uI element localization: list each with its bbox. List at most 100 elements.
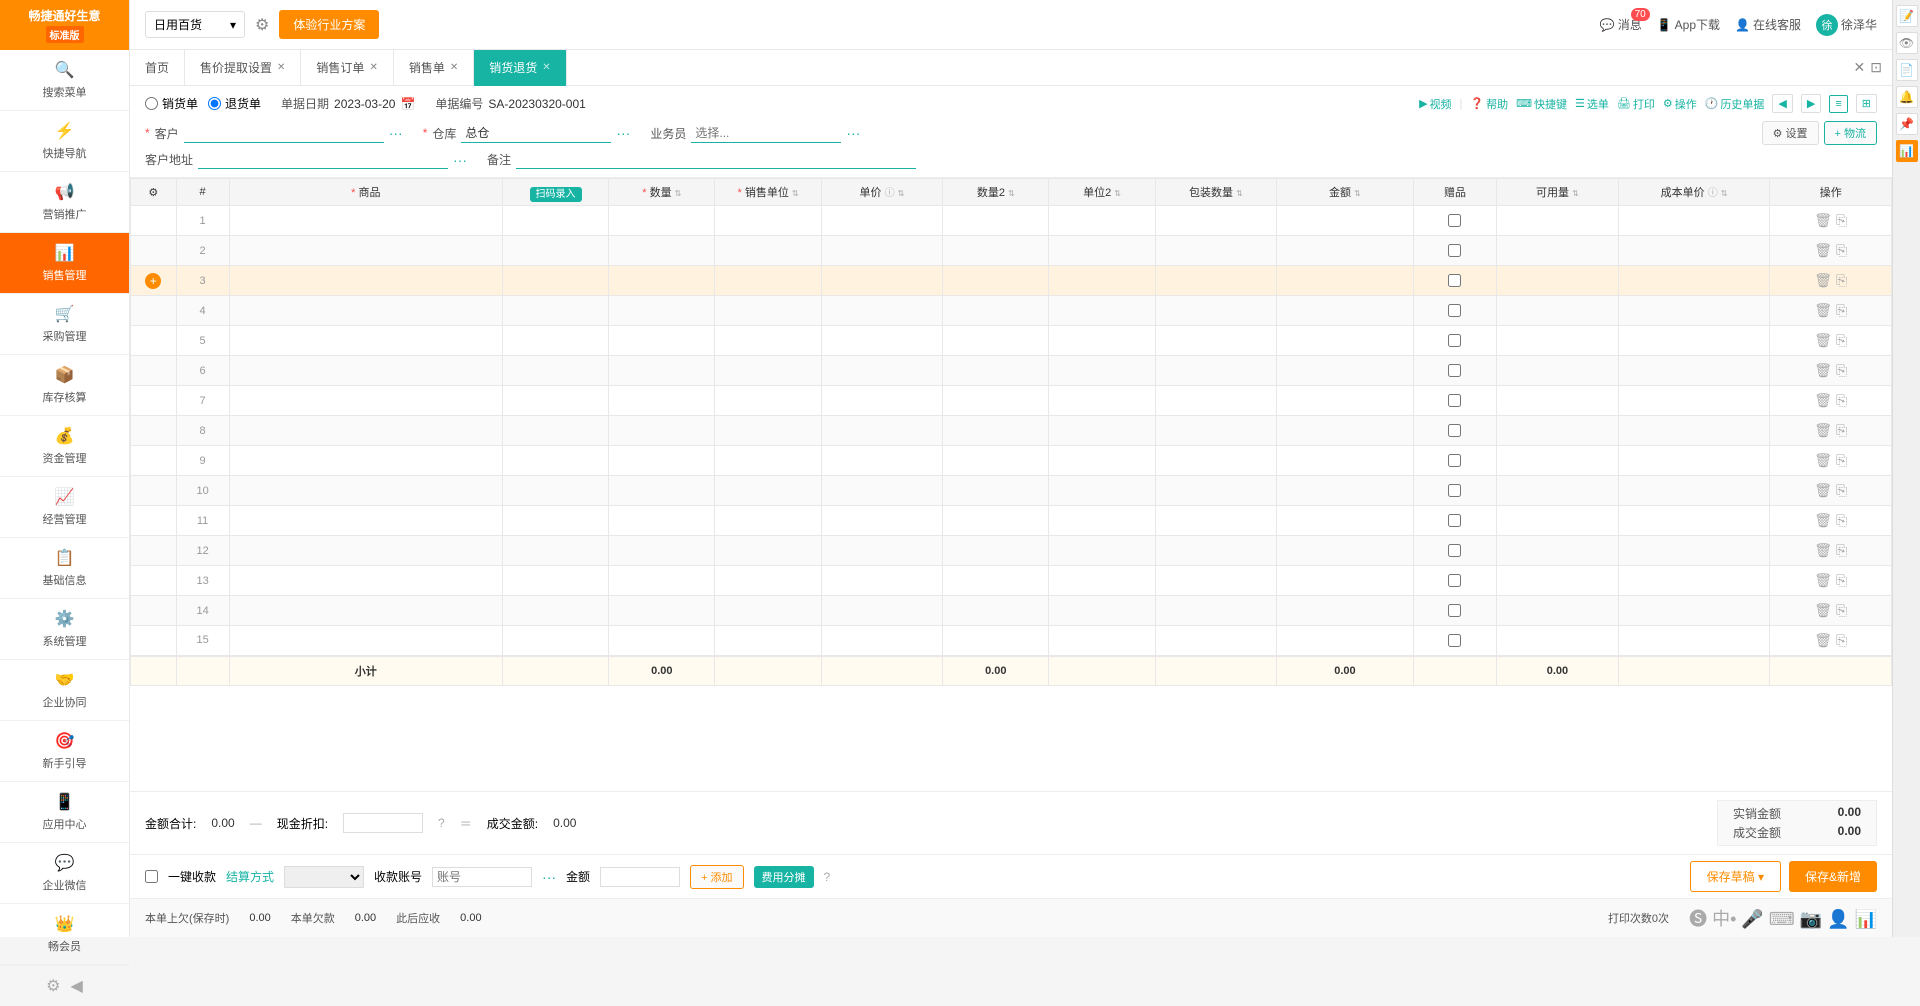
sale-unit-cell[interactable] <box>715 566 821 596</box>
delete-row-icon[interactable]: 🗑 <box>1814 302 1832 318</box>
topbar-settings-icon[interactable]: ⚙ <box>255 15 269 35</box>
unit2-cell[interactable] <box>1049 386 1155 416</box>
sidebar-item-sales[interactable]: 📊 销售管理 <box>0 233 129 294</box>
tab-close-icon[interactable]: ✕ <box>542 62 550 73</box>
qty-cell[interactable] <box>609 506 715 536</box>
pack-qty-cell[interactable] <box>1155 206 1276 236</box>
th-settings[interactable]: ⚙ <box>131 179 177 206</box>
qty2-cell[interactable] <box>943 596 1049 626</box>
pack-qty-cell[interactable] <box>1155 386 1276 416</box>
copy-row-icon[interactable]: ⎘ <box>1836 632 1847 648</box>
unit2-cell[interactable] <box>1049 266 1155 296</box>
gift-cell[interactable] <box>1413 506 1496 536</box>
tab-sales-return[interactable]: 销货退货 ✕ <box>474 50 566 86</box>
save-new-btn[interactable]: 保存&新增 <box>1789 861 1877 892</box>
online-service-btn[interactable]: 👤 在线客服 <box>1735 16 1801 33</box>
tab-close-icon[interactable]: ✕ <box>450 62 458 73</box>
unit2-cell[interactable] <box>1049 536 1155 566</box>
gift-checkbox[interactable] <box>1448 214 1461 227</box>
row-gear-icon[interactable] <box>131 386 177 416</box>
product-cell[interactable] <box>229 506 502 536</box>
delete-row-icon[interactable]: 🗑 <box>1814 602 1832 618</box>
qty2-cell[interactable] <box>943 476 1049 506</box>
copy-row-icon[interactable]: ⎘ <box>1836 542 1847 558</box>
pack-qty-cell[interactable] <box>1155 266 1276 296</box>
qty2-cell[interactable] <box>943 536 1049 566</box>
history-btn[interactable]: 🕐 历史单据 <box>1705 96 1765 112</box>
unit2-cell[interactable] <box>1049 356 1155 386</box>
gift-cell[interactable] <box>1413 356 1496 386</box>
gift-checkbox[interactable] <box>1448 304 1461 317</box>
rs-icon-6[interactable]: 📊 <box>1896 140 1918 162</box>
product-cell[interactable] <box>229 416 502 446</box>
cash-discount-input[interactable] <box>343 813 423 833</box>
qty-cell[interactable] <box>609 626 715 656</box>
grid-view-btn[interactable]: ⊞ <box>1856 94 1877 113</box>
th-scan[interactable]: 扫码录入 <box>502 179 608 206</box>
product-cell[interactable] <box>229 626 502 656</box>
product-cell[interactable] <box>229 536 502 566</box>
list-view-btn[interactable]: ≡ <box>1829 95 1847 113</box>
qty2-cell[interactable] <box>943 446 1049 476</box>
product-cell[interactable] <box>229 236 502 266</box>
gift-cell[interactable] <box>1413 206 1496 236</box>
salesperson-lookup-btn[interactable]: ··· <box>846 125 860 141</box>
copy-row-icon[interactable]: ⎘ <box>1836 392 1847 408</box>
gift-checkbox[interactable] <box>1448 364 1461 377</box>
sidebar-item-finance[interactable]: 💰 资金管理 <box>0 416 129 477</box>
user-profile[interactable]: 徐 徐泽华 <box>1816 14 1877 36</box>
calc-method-select[interactable] <box>284 866 364 888</box>
qty-cell[interactable] <box>609 386 715 416</box>
price-info-icon[interactable]: ⓘ <box>885 188 895 199</box>
sale-unit-cell[interactable] <box>715 476 821 506</box>
pack-qty-cell[interactable] <box>1155 326 1276 356</box>
delete-row-icon[interactable]: 🗑 <box>1814 212 1832 228</box>
copy-row-icon[interactable]: ⎘ <box>1836 422 1847 438</box>
delete-row-icon[interactable]: 🗑 <box>1814 632 1832 648</box>
tab-home[interactable]: 首页 <box>130 50 185 86</box>
price-cell[interactable] <box>821 266 942 296</box>
copy-row-icon[interactable]: ⎘ <box>1836 482 1847 498</box>
price-cell[interactable] <box>821 206 942 236</box>
qty2-cell[interactable] <box>943 416 1049 446</box>
amount-input-pay[interactable] <box>600 867 680 887</box>
delete-row-icon[interactable]: 🗑 <box>1814 242 1832 258</box>
gift-cell[interactable] <box>1413 626 1496 656</box>
industry-selector[interactable]: 日用百货 ▾ <box>145 11 245 38</box>
price-cell[interactable] <box>821 596 942 626</box>
delete-row-icon[interactable]: 🗑 <box>1814 482 1832 498</box>
unit2-cell[interactable] <box>1049 326 1155 356</box>
customer-lookup-btn[interactable]: ··· <box>389 125 403 141</box>
copy-row-icon[interactable]: ⎘ <box>1836 512 1847 528</box>
operate-btn[interactable]: ⚙ 操作 <box>1663 96 1697 112</box>
logistics-btn[interactable]: + 物流 <box>1824 121 1877 145</box>
settings-bottom-icon[interactable]: ⚙ <box>46 976 60 996</box>
gift-cell[interactable] <box>1413 296 1496 326</box>
row-gear-icon[interactable] <box>131 236 177 266</box>
sidebar-item-member[interactable]: 👑 畅会员 <box>0 904 129 965</box>
gift-checkbox[interactable] <box>1448 574 1461 587</box>
copy-row-icon[interactable]: ⎘ <box>1836 572 1847 588</box>
video-btn[interactable]: ▶ 视频 <box>1419 96 1451 112</box>
experience-btn[interactable]: 体验行业方案 <box>279 10 379 39</box>
radio-return-item[interactable]: 退货单 <box>208 95 261 112</box>
row-gear-icon[interactable] <box>131 536 177 566</box>
collapse-icon[interactable]: ◀ <box>71 976 83 996</box>
row-gear-icon[interactable] <box>131 206 177 236</box>
next-btn[interactable]: ▶ <box>1801 94 1821 113</box>
qty-cell[interactable] <box>609 266 715 296</box>
fee-split-btn[interactable]: 费用分摊 <box>754 866 814 888</box>
copy-row-icon[interactable]: ⎘ <box>1836 602 1847 618</box>
gift-cell[interactable] <box>1413 536 1496 566</box>
sale-unit-cell[interactable] <box>715 506 821 536</box>
tab-price-settings[interactable]: 售价提取设置 ✕ <box>185 50 301 86</box>
price-cell[interactable] <box>821 506 942 536</box>
rs-icon-5[interactable]: 📌 <box>1896 113 1918 135</box>
sale-unit-cell[interactable] <box>715 326 821 356</box>
radio-sale[interactable] <box>145 97 158 110</box>
pack-qty-cell[interactable] <box>1155 506 1276 536</box>
delete-row-icon[interactable]: 🗑 <box>1814 512 1832 528</box>
qty2-cell[interactable] <box>943 206 1049 236</box>
rs-icon-3[interactable]: 📄 <box>1896 59 1918 81</box>
customer-input[interactable] <box>184 124 384 143</box>
